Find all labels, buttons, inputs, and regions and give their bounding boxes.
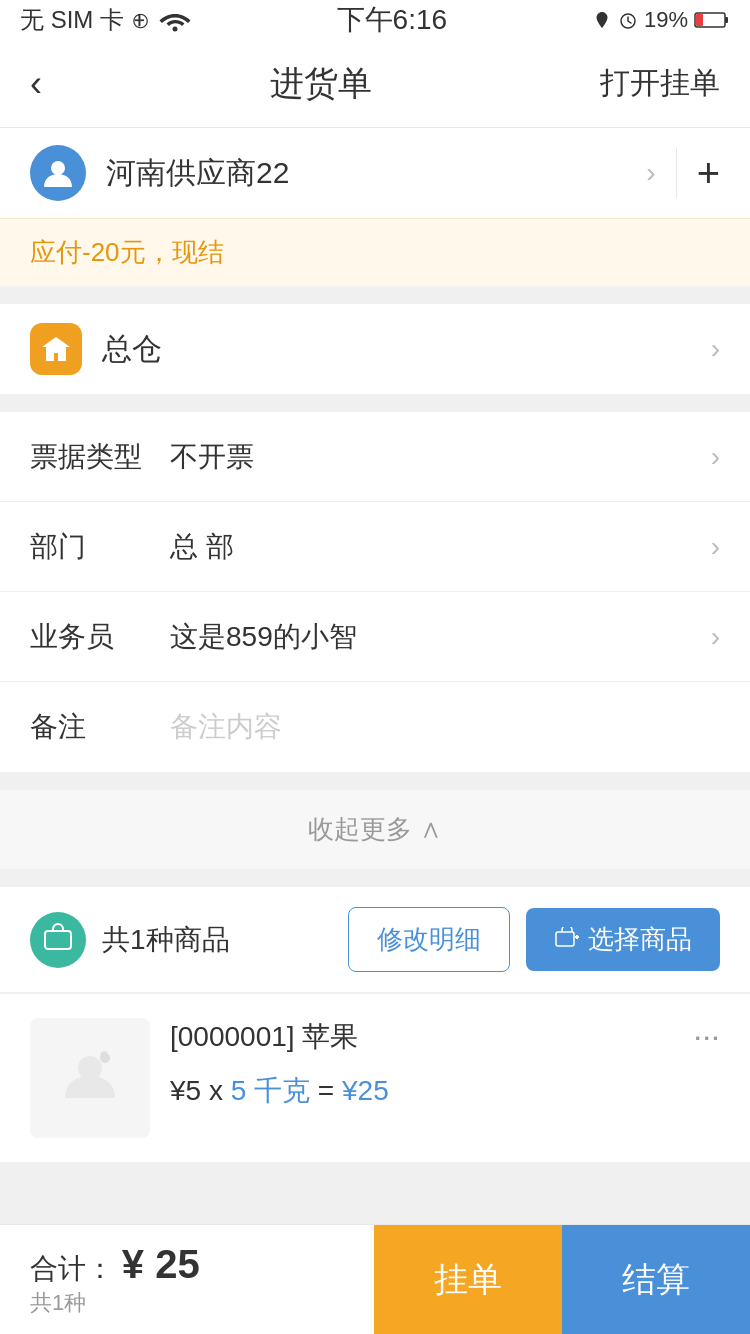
ticket-value: 不开票 <box>170 438 711 476</box>
unit-price: ¥5 <box>170 1075 201 1106</box>
product-count: 共1种商品 <box>102 921 332 959</box>
total-amount: ¥ 25 <box>122 1242 200 1286</box>
department-value: 总 部 <box>170 528 711 566</box>
notice-bar: 应付-20元，现结 <box>0 218 750 286</box>
battery-level: 19% <box>644 7 688 33</box>
multiply-sign: x <box>209 1075 231 1106</box>
product-title: 苹果 <box>302 1021 358 1052</box>
home-icon <box>40 333 72 365</box>
checkout-label: 结算 <box>622 1257 690 1303</box>
total-price: ¥25 <box>342 1075 389 1106</box>
remark-label: 备注 <box>30 708 170 746</box>
main-content: 河南供应商22 › + 应付-20元，现结 总仓 › 票据类型 不开票 › <box>0 128 750 1292</box>
select-product-label: 选择商品 <box>588 922 692 957</box>
total-row: 合计： ¥ 25 <box>30 1242 344 1288</box>
user-icon <box>40 155 76 191</box>
total-label: 合计： <box>30 1253 114 1284</box>
supplier-name: 河南供应商22 <box>106 153 646 194</box>
back-button[interactable]: ‹ <box>30 63 42 105</box>
add-button[interactable]: + <box>697 151 720 196</box>
total-count: 共1种 <box>30 1288 344 1318</box>
chevron-right-icon: › <box>711 333 720 365</box>
product-price: ¥5 x 5 千克 = ¥25 <box>170 1072 673 1110</box>
status-left: 无 SIM 卡 ⊕ <box>20 4 192 36</box>
edit-detail-button[interactable]: 修改明细 <box>348 907 510 972</box>
supplier-avatar <box>30 145 86 201</box>
form-row-ticket[interactable]: 票据类型 不开票 › <box>0 412 750 502</box>
svg-rect-3 <box>696 14 703 26</box>
warehouse-row[interactable]: 总仓 › <box>0 304 750 394</box>
form-row-salesperson[interactable]: 业务员 这是859的小智 › <box>0 592 750 682</box>
svg-rect-6 <box>45 931 71 949</box>
status-time: 下午6:16 <box>337 1 448 39</box>
product-name: [0000001] 苹果 <box>170 1018 673 1056</box>
alarm-icon <box>618 10 638 30</box>
chevron-right-icon: › <box>711 441 720 473</box>
open-hang-button[interactable]: 打开挂单 <box>600 63 720 104</box>
department-label: 部门 <box>30 528 170 566</box>
equals-sign: = <box>318 1075 342 1106</box>
svg-rect-4 <box>725 17 728 23</box>
status-bar: 无 SIM 卡 ⊕ 下午6:16 19% <box>0 0 750 40</box>
hang-button[interactable]: 挂单 <box>374 1225 562 1335</box>
status-right: 19% <box>592 7 730 33</box>
sim-status: 无 SIM 卡 ⊕ <box>20 4 150 36</box>
product-thumbnail <box>30 1018 150 1138</box>
notice-text: 应付-20元，现结 <box>30 237 224 267</box>
product-info: [0000001] 苹果 ¥5 x 5 千克 = ¥25 <box>170 1018 673 1110</box>
unit: 千克 <box>254 1075 310 1106</box>
cart-add-icon <box>554 927 580 953</box>
product-code: [0000001] <box>170 1021 295 1052</box>
chevron-right-icon: › <box>711 621 720 653</box>
supplier-row[interactable]: 河南供应商22 › + <box>0 128 750 218</box>
quantity: 5 <box>231 1075 247 1106</box>
vertical-divider <box>676 148 677 198</box>
chevron-right-icon: › <box>646 157 655 189</box>
svg-point-0 <box>172 27 177 32</box>
product-image-placeholder <box>55 1043 125 1113</box>
location-icon <box>592 10 612 30</box>
checkout-button[interactable]: 结算 <box>562 1225 750 1335</box>
warehouse-name: 总仓 <box>102 329 711 370</box>
warehouse-section: 总仓 › <box>0 304 750 394</box>
form-section: 票据类型 不开票 › 部门 总 部 › 业务员 这是859的小智 › 备注 备注… <box>0 412 750 772</box>
chevron-right-icon: › <box>711 531 720 563</box>
products-section: 共1种商品 修改明细 选择商品 <box>0 887 750 1162</box>
nav-bar: ‹ 进货单 打开挂单 <box>0 40 750 128</box>
salesperson-value: 这是859的小智 <box>170 618 711 656</box>
svg-rect-7 <box>556 932 574 946</box>
ticket-label: 票据类型 <box>30 438 170 476</box>
select-product-button[interactable]: 选择商品 <box>526 908 720 971</box>
total-area: 合计： ¥ 25 共1种 <box>0 1242 374 1318</box>
svg-point-5 <box>51 161 65 175</box>
salesperson-label: 业务员 <box>30 618 170 656</box>
product-item: [0000001] 苹果 ¥5 x 5 千克 = ¥25 ··· <box>0 994 750 1162</box>
cart-icon <box>41 923 75 957</box>
supplier-section: 河南供应商22 › + 应付-20元，现结 <box>0 128 750 286</box>
product-section-icon <box>30 912 86 968</box>
more-options-button[interactable]: ··· <box>693 1018 720 1055</box>
page-title: 进货单 <box>270 61 372 107</box>
hang-label: 挂单 <box>434 1257 502 1303</box>
form-row-remark[interactable]: 备注 备注内容 <box>0 682 750 772</box>
collapse-label: 收起更多 ∧ <box>308 812 441 847</box>
warehouse-icon <box>30 323 82 375</box>
wifi-icon <box>158 8 192 32</box>
remark-placeholder: 备注内容 <box>170 708 720 746</box>
bottom-bar: 合计： ¥ 25 共1种 挂单 结算 <box>0 1224 750 1334</box>
form-row-department[interactable]: 部门 总 部 › <box>0 502 750 592</box>
product-header: 共1种商品 修改明细 选择商品 <box>0 887 750 992</box>
collapse-row[interactable]: 收起更多 ∧ <box>0 790 750 869</box>
battery-icon <box>694 11 730 29</box>
